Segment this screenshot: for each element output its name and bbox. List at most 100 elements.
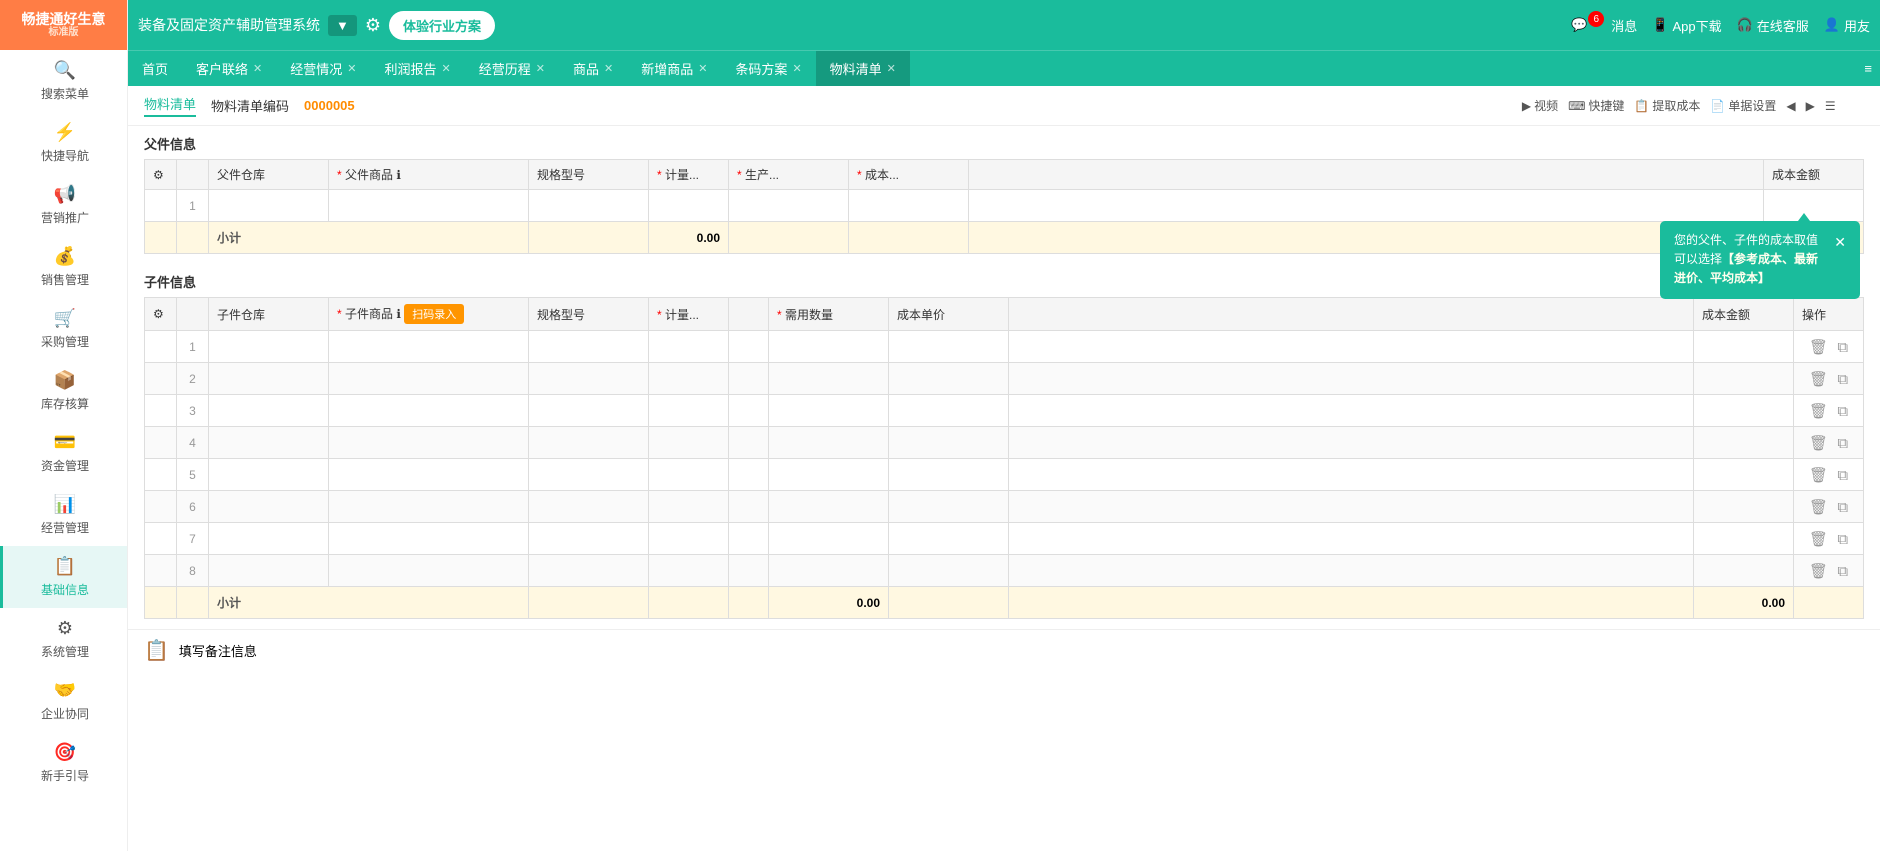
copy-icon[interactable]: ⧉	[1837, 371, 1848, 388]
doc-settings-action[interactable]: 📄 单据设置	[1710, 97, 1776, 114]
copy-icon[interactable]: ⧉	[1837, 435, 1848, 452]
next-arrow[interactable]: ▶	[1806, 99, 1815, 113]
menu-icon[interactable]: ☰	[1825, 99, 1836, 113]
shortcut-action[interactable]: ⌨ 快捷键	[1568, 97, 1624, 114]
settings-icon[interactable]: ⚙	[365, 15, 381, 36]
tab-close-icon[interactable]: ✕	[792, 62, 801, 75]
video-action[interactable]: ▶ 视频	[1522, 97, 1558, 114]
prev-arrow[interactable]: ◀	[1786, 99, 1795, 113]
child-row-warehouse[interactable]	[209, 459, 329, 491]
child-row-warehouse[interactable]	[209, 555, 329, 587]
nav-tab-经营历程[interactable]: 经营历程 ✕	[465, 51, 559, 86]
child-row-qty[interactable]	[769, 459, 889, 491]
child-row-goods[interactable]	[329, 555, 529, 587]
tab-close-icon[interactable]: ✕	[536, 62, 545, 75]
child-row-spec[interactable]	[529, 363, 649, 395]
child-row-unit-cost[interactable]	[889, 395, 1009, 427]
copy-icon[interactable]: ⧉	[1837, 403, 1848, 420]
tab-close-icon[interactable]: ✕	[347, 62, 356, 75]
copy-icon[interactable]: ⧉	[1837, 467, 1848, 484]
child-row-spec[interactable]	[529, 491, 649, 523]
child-row-qty[interactable]	[769, 427, 889, 459]
child-row-qty[interactable]	[769, 491, 889, 523]
nav-tab-首页[interactable]: 首页	[128, 51, 182, 86]
tab-close-icon[interactable]: ✕	[604, 62, 613, 75]
child-row-spec[interactable]	[529, 523, 649, 555]
copy-icon[interactable]: ⧉	[1837, 499, 1848, 516]
copy-icon[interactable]: ⧉	[1837, 339, 1848, 356]
nav-tab-客户联络[interactable]: 客户联络 ✕	[182, 51, 276, 86]
delete-icon[interactable]: 🗑	[1809, 403, 1828, 420]
child-row-qty[interactable]	[769, 523, 889, 555]
child-row-spec[interactable]	[529, 331, 649, 363]
child-row-spec[interactable]	[529, 459, 649, 491]
parent-col-gear[interactable]: ⚙	[145, 160, 177, 190]
child-row-goods[interactable]	[329, 331, 529, 363]
child-row-measure[interactable]	[649, 555, 729, 587]
child-row-measure[interactable]	[649, 427, 729, 459]
app-download-item[interactable]: 📱 App下载	[1652, 16, 1721, 35]
child-row-warehouse[interactable]	[209, 427, 329, 459]
child-row-unit-cost[interactable]	[889, 427, 1009, 459]
child-row-measure[interactable]	[649, 491, 729, 523]
child-row-goods[interactable]	[329, 459, 529, 491]
system-dropdown[interactable]: ▼	[328, 15, 357, 36]
tab-close-icon[interactable]: ✕	[442, 62, 451, 75]
child-row-unit-cost[interactable]	[889, 363, 1009, 395]
delete-icon[interactable]: 🗑	[1809, 499, 1828, 516]
sidebar-item-guide[interactable]: 🎯 新手引导	[0, 732, 127, 794]
child-row-warehouse[interactable]	[209, 363, 329, 395]
parent-row-goods[interactable]	[329, 190, 529, 222]
delete-icon[interactable]: 🗑	[1809, 435, 1828, 452]
tab-close-icon[interactable]: ✕	[253, 62, 262, 75]
child-row-qty[interactable]	[769, 331, 889, 363]
child-row-goods[interactable]	[329, 363, 529, 395]
child-row-warehouse[interactable]	[209, 491, 329, 523]
child-row-spec[interactable]	[529, 555, 649, 587]
sidebar-item-search[interactable]: 🔍 搜索菜单	[0, 50, 127, 112]
parent-row-measure[interactable]	[649, 190, 729, 222]
child-row-warehouse[interactable]	[209, 331, 329, 363]
sidebar-item-enterprise[interactable]: 🤝 企业协同	[0, 670, 127, 732]
child-row-unit-cost[interactable]	[889, 523, 1009, 555]
child-row-measure[interactable]	[649, 459, 729, 491]
sidebar-item-finance[interactable]: 💳 资金管理	[0, 422, 127, 484]
tooltip-close-button[interactable]: ✕	[1834, 231, 1846, 253]
child-row-spec[interactable]	[529, 427, 649, 459]
child-row-goods[interactable]	[329, 523, 529, 555]
child-row-goods[interactable]	[329, 395, 529, 427]
child-row-measure[interactable]	[649, 363, 729, 395]
child-row-qty[interactable]	[769, 395, 889, 427]
sidebar-item-inventory[interactable]: 📦 库存核算	[0, 360, 127, 422]
extract-cost-action[interactable]: 📋 提取成本	[1634, 97, 1700, 114]
tab-close-icon[interactable]: ✕	[887, 62, 896, 75]
child-row-spec[interactable]	[529, 395, 649, 427]
child-row-qty[interactable]	[769, 555, 889, 587]
note-label[interactable]: 填写备注信息	[179, 641, 257, 660]
child-row-measure[interactable]	[649, 523, 729, 555]
sidebar-item-basic[interactable]: 📋 基础信息	[0, 546, 127, 608]
sidebar-item-purchase[interactable]: 🛒 采购管理	[0, 298, 127, 360]
trial-button[interactable]: 体验行业方案	[389, 11, 495, 40]
close-button[interactable]: ✕	[1851, 96, 1864, 116]
sidebar-item-sales[interactable]: 💰 销售管理	[0, 236, 127, 298]
parent-row-cost[interactable]	[849, 190, 969, 222]
sub-tab-bill[interactable]: 物料清单	[144, 94, 196, 117]
sidebar-item-system[interactable]: ⚙ 系统管理	[0, 608, 127, 670]
parent-row-produce[interactable]	[729, 190, 849, 222]
child-col-gear[interactable]: ⚙	[145, 298, 177, 331]
child-row-goods[interactable]	[329, 491, 529, 523]
user-item[interactable]: 👤 用友	[1824, 16, 1870, 35]
delete-icon[interactable]: 🗑	[1809, 531, 1828, 548]
nav-tab-物料清单[interactable]: 物料清单 ✕	[816, 51, 910, 86]
delete-icon[interactable]: 🗑	[1809, 563, 1828, 580]
child-row-measure[interactable]	[649, 331, 729, 363]
nav-tab-商品[interactable]: 商品 ✕	[559, 51, 627, 86]
copy-icon[interactable]: ⧉	[1837, 563, 1848, 580]
scan-button[interactable]: 扫码录入	[404, 304, 464, 324]
parent-row-warehouse[interactable]	[209, 190, 329, 222]
nav-tab-经营情况[interactable]: 经营情况 ✕	[276, 51, 370, 86]
delete-icon[interactable]: 🗑	[1809, 339, 1828, 356]
delete-icon[interactable]: 🗑	[1809, 371, 1828, 388]
child-row-measure[interactable]	[649, 395, 729, 427]
